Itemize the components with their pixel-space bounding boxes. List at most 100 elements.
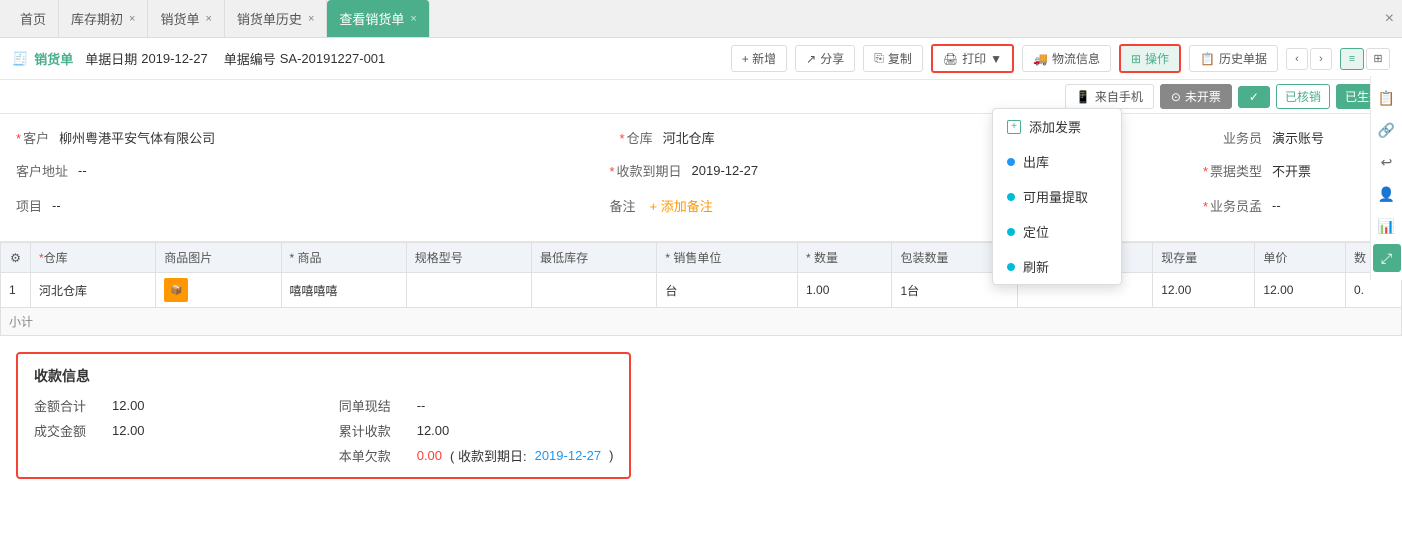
right-sidebar: 📋 🔗 ↩ 👤 📊 ⤢ — [1370, 76, 1402, 280]
dropdown-locate[interactable]: 定位 — [993, 214, 1121, 249]
voided-button[interactable]: 已核销 — [1276, 84, 1330, 109]
doc-title: 🧾 销货单 — [12, 49, 73, 68]
payment-date-value: 2019-12-27 — [686, 161, 806, 180]
payment-grid: 金额合计 12.00 同单现结 -- 成交金额 12.00 累计收款 12.00 — [34, 396, 613, 465]
history-label: 历史单据 — [1219, 50, 1267, 67]
total-amount-label: 金额合计 — [34, 396, 104, 415]
add-remark-button[interactable]: + 添加备注 — [639, 192, 722, 219]
copy-button[interactable]: ⎘ 复制 — [863, 45, 923, 72]
sidebar-refresh-icon[interactable]: ↩ — [1373, 148, 1401, 176]
sidebar-user-icon[interactable]: 👤 — [1373, 180, 1401, 208]
owed-row: 本单欠款 0.00 ( 收款到期日: 2019-12-27 ) — [339, 446, 614, 465]
available-fetch-icon — [1007, 193, 1015, 201]
col-product-img: 商品图片 — [156, 243, 281, 273]
tab-view-sales[interactable]: 查看销货单 × — [327, 0, 429, 37]
cell-quantity: 1.00 — [798, 273, 892, 308]
tab-inventory-close[interactable]: × — [129, 13, 135, 25]
doc-date-value: 2019-12-27 — [141, 51, 208, 66]
transaction-amount-value: 12.00 — [112, 423, 145, 438]
doc-actions: + 新增 ↗ 分享 ⎘ 复制 🖨 打印 ▼ 🚚 物流信息 ⊞ 操作 — [731, 44, 1390, 73]
doc-meta: 单据日期 2019-12-27 单据编号 SA-20191227-001 — [85, 49, 385, 68]
cell-product-img: 📦 — [156, 273, 281, 308]
sidebar-expand-icon[interactable]: ⤢ — [1373, 244, 1401, 272]
staff2-value: -- — [1266, 196, 1386, 215]
due-date-end: ) — [609, 448, 613, 463]
address-field: 客户地址 -- — [16, 161, 609, 180]
confirm-button[interactable]: ✓ — [1238, 86, 1270, 108]
sidebar-link-icon[interactable]: 🔗 — [1373, 116, 1401, 144]
col-gear: ⚙ — [1, 243, 31, 273]
history-button[interactable]: 📋 历史单据 — [1189, 45, 1278, 72]
table-row: 1 河北仓库 📦 嘻嘻嘻嘻 台 1.00 1台 12.00 12.00 0. — [1, 273, 1402, 308]
operate-grid-icon: ⊞ — [1131, 52, 1141, 66]
print-button[interactable]: 🖨 打印 ▼ — [931, 44, 1014, 73]
tab-sales-history-label: 销货单历史 — [237, 9, 302, 28]
locate-label: 定位 — [1023, 222, 1049, 241]
project-field: 项目 -- — [16, 196, 609, 215]
col-product: * 商品 — [281, 243, 406, 273]
new-button[interactable]: + 新增 — [731, 45, 787, 72]
form-row-3: 项目 -- 备注 + 添加备注 业务员孟 -- — [16, 192, 1386, 219]
sales-table: ⚙ 仓库 商品图片 * 商品 规格型号 最低库存 * 销售单位 * 数量 包装数… — [0, 242, 1402, 336]
cell-min-stock — [532, 273, 657, 308]
logistics-label: 物流信息 — [1052, 50, 1100, 67]
add-invoice-icon: + — [1007, 120, 1021, 134]
dropdown-refresh[interactable]: 刷新 — [993, 249, 1121, 284]
ticket-type-label: 票据类型 — [1203, 161, 1262, 180]
sidebar-doc-icon[interactable]: 📋 — [1373, 84, 1401, 112]
copy-icon: ⎘ — [874, 51, 884, 66]
logistics-button[interactable]: 🚚 物流信息 — [1022, 45, 1111, 72]
warehouse-label: 仓库 — [620, 128, 653, 147]
window-close-button[interactable]: × — [1385, 10, 1394, 28]
payment-box: 收款信息 金额合计 12.00 同单现结 -- 成交金额 12.00 累计收款 … — [16, 352, 631, 479]
share-button[interactable]: ↗ 分享 — [795, 45, 855, 72]
grid-view-button[interactable]: ⊞ — [1366, 48, 1390, 70]
tab-sales-history[interactable]: 销货单历史 × — [225, 0, 327, 37]
print-dropdown-icon: ▼ — [990, 52, 1002, 66]
payment-section: 收款信息 金额合计 12.00 同单现结 -- 成交金额 12.00 累计收款 … — [0, 336, 1402, 495]
col-unit: * 销售单位 — [657, 243, 798, 273]
cell-warehouse: 河北仓库 — [31, 273, 156, 308]
total-amount-value: 12.00 — [112, 398, 145, 413]
cumulative-row: 累计收款 12.00 — [339, 421, 614, 440]
refresh-icon — [1007, 263, 1015, 271]
sidebar-chart-icon[interactable]: 📊 — [1373, 212, 1401, 240]
customer-value: 柳州粤港平安气体有限公司 — [53, 126, 221, 149]
doc-date-field: 单据日期 2019-12-27 — [85, 49, 208, 68]
tab-view-sales-close[interactable]: × — [410, 13, 416, 25]
outbound-icon — [1007, 158, 1015, 166]
prev-button[interactable]: ‹ — [1286, 48, 1308, 70]
doc-number-value: SA-20191227-001 — [280, 51, 386, 66]
dropdown-add-invoice[interactable]: + 添加发票 — [993, 109, 1121, 144]
not-open-button[interactable]: ⊙ 未开票 — [1160, 84, 1232, 109]
tab-sales-close[interactable]: × — [205, 13, 211, 25]
tab-inventory[interactable]: 库存期初 × — [59, 0, 148, 37]
operate-label: 操作 — [1145, 50, 1169, 67]
table-container: ⚙ 仓库 商品图片 * 商品 规格型号 最低库存 * 销售单位 * 数量 包装数… — [0, 241, 1402, 336]
not-open-icon: ⊙ — [1171, 90, 1181, 104]
owed-label: 本单欠款 — [339, 446, 409, 465]
history-icon: 📋 — [1200, 52, 1215, 66]
ticket-type-field: 票据类型 不开票 — [1203, 159, 1386, 182]
tab-sales-history-close[interactable]: × — [308, 13, 314, 25]
operate-button[interactable]: ⊞ 操作 — [1119, 44, 1181, 73]
form-area: 客户 柳州粤港平安气体有限公司 仓库 河北仓库 业务员 演示账号 客户地址 --… — [0, 114, 1402, 241]
tab-home[interactable]: 首页 — [8, 0, 59, 37]
print-label: 打印 — [962, 50, 986, 67]
dropdown-available-fetch[interactable]: 可用量提取 — [993, 179, 1121, 214]
col-spec: 规格型号 — [406, 243, 531, 273]
second-toolbar: 📱 来自手机 ⊙ 未开票 ✓ 已核销 已生效 — [0, 80, 1402, 114]
subtotal-row: 小计 — [1, 308, 1402, 336]
list-view-button[interactable]: ≡ — [1340, 48, 1364, 70]
ticket-type-value: 不开票 — [1266, 159, 1386, 182]
next-button[interactable]: › — [1310, 48, 1332, 70]
cell-no: 1 — [1, 273, 31, 308]
dropdown-outbound[interactable]: 出库 — [993, 144, 1121, 179]
from-phone-button[interactable]: 📱 来自手机 — [1065, 84, 1154, 109]
payment-title: 收款信息 — [34, 366, 613, 386]
tab-sales[interactable]: 销货单 × — [148, 0, 224, 37]
address-value: -- — [72, 161, 192, 180]
main-container: 🧾 销货单 单据日期 2019-12-27 单据编号 SA-20191227-0… — [0, 38, 1402, 533]
doc-title-text: 销货单 — [34, 49, 73, 68]
customer-label: 客户 — [16, 128, 49, 147]
